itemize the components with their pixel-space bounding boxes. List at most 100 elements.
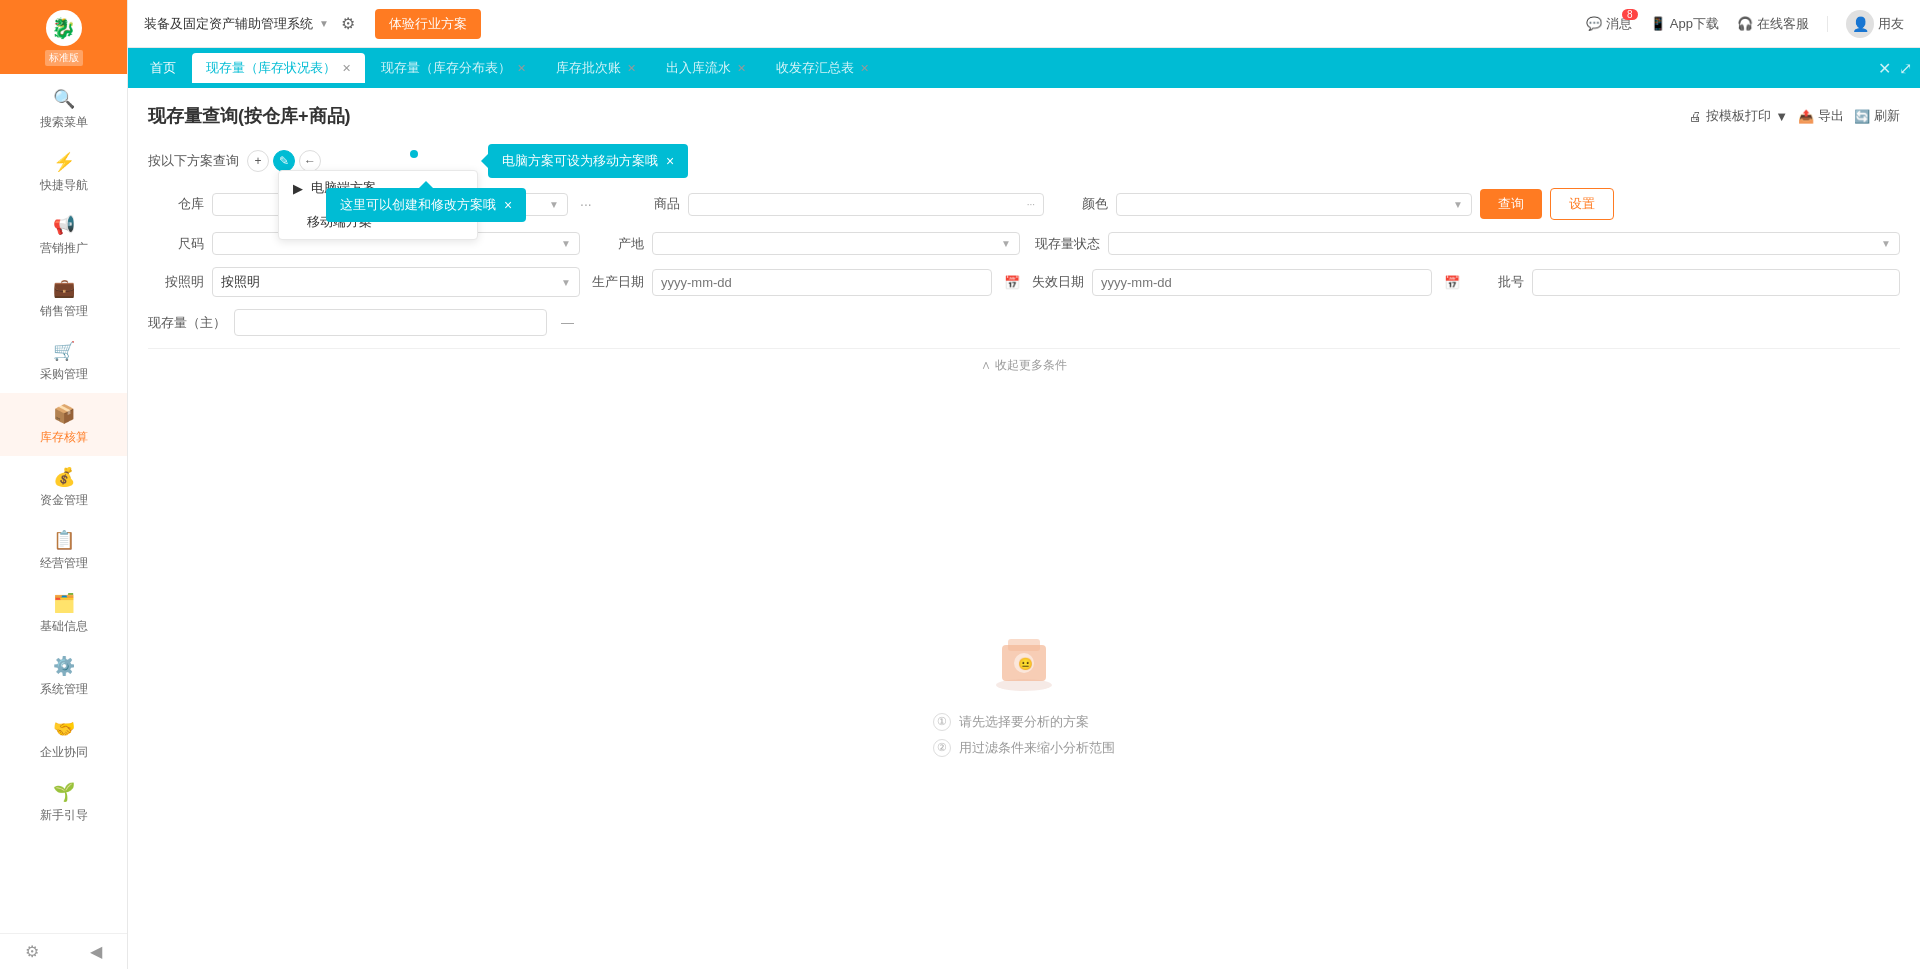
produce-date-input[interactable]	[652, 269, 992, 296]
color-select[interactable]: ▼	[1116, 193, 1472, 216]
tab-label: 现存量（库存状况表）	[206, 59, 336, 77]
gear-icon[interactable]: ⚙	[341, 14, 355, 33]
tab-close-all-icon[interactable]: ✕	[1878, 59, 1891, 78]
tab-close-icon[interactable]: ✕	[627, 62, 636, 75]
sidebar-item-inventory[interactable]: 📦 库存核算	[0, 393, 127, 456]
app-icon: 📱	[1650, 16, 1666, 31]
batch-label: 批号	[1468, 273, 1524, 291]
tab-label: 收发存汇总表	[776, 59, 854, 77]
nav-icon-management: 📋	[53, 529, 75, 551]
set-button[interactable]: 设置	[1550, 188, 1614, 220]
dot-connector	[410, 150, 418, 158]
nav-label-search: 搜索菜单	[40, 114, 88, 131]
search-button[interactable]: 查询	[1480, 189, 1542, 219]
stock-status-select[interactable]: ▼	[1108, 232, 1900, 255]
warehouse-detail-value: 按照明	[221, 273, 260, 291]
tooltip-create-scheme: 这里可以创建和修改方案哦 ×	[326, 188, 526, 222]
refresh-icon: 🔄	[1854, 109, 1870, 124]
origin-select[interactable]: ▼	[652, 232, 1020, 255]
nav-label-enterprise: 企业协同	[40, 744, 88, 761]
back-scheme-button[interactable]: ←	[299, 150, 321, 172]
message-action[interactable]: 💬 消息 8	[1586, 15, 1632, 33]
nav-label-marketing: 营销推广	[40, 240, 88, 257]
stock-main-min[interactable]	[234, 309, 547, 336]
top-header: 装备及固定资产辅助管理系统 ▼ ⚙ 体验行业方案 💬 消息 8 📱 App下载 …	[128, 0, 1920, 48]
support-action[interactable]: 🎧 在线客服	[1737, 15, 1809, 33]
sidebar-item-basic[interactable]: 🗂️ 基础信息	[0, 582, 127, 645]
refresh-button[interactable]: 🔄 刷新	[1854, 107, 1900, 125]
sidebar-item-marketing[interactable]: 📢 营销推广	[0, 204, 127, 267]
goods-select[interactable]: ···	[688, 193, 1044, 216]
print-button[interactable]: 🖨 按模板打印 ▼	[1689, 107, 1788, 125]
filter-header-buttons: + ✎ ←	[247, 150, 321, 172]
app-download-action[interactable]: 📱 App下载	[1650, 15, 1719, 33]
tab-close-icon[interactable]: ✕	[860, 62, 869, 75]
export-label: 导出	[1818, 107, 1844, 125]
add-scheme-button[interactable]: +	[247, 150, 269, 172]
settings-icon[interactable]: ⚙	[25, 942, 39, 961]
sidebar-item-finance[interactable]: 💰 资金管理	[0, 456, 127, 519]
nav-label-management: 经营管理	[40, 555, 88, 572]
nav-icon-search: 🔍	[53, 88, 75, 110]
tip-text-2: 用过滤条件来缩小分析范围	[959, 739, 1115, 757]
logo-tag: 标准版	[45, 50, 83, 66]
filter-goods: 商品 ···	[624, 193, 1044, 216]
sidebar-item-sales[interactable]: 💼 销售管理	[0, 267, 127, 330]
user-avatar[interactable]: 👤 用友	[1846, 10, 1904, 38]
sidebar-item-purchase[interactable]: 🛒 采购管理	[0, 330, 127, 393]
filter-more-1[interactable]: ···	[576, 196, 616, 212]
stock-main-label: 现存量（主）	[148, 314, 226, 332]
tab-close-icon[interactable]: ✕	[737, 62, 746, 75]
warehouse-detail-label: 按照明	[148, 273, 204, 291]
tab-recv-summary[interactable]: 收发存汇总表 ✕	[762, 53, 883, 83]
tooltip1-close[interactable]: ×	[666, 153, 674, 169]
svg-rect-2	[1008, 639, 1040, 651]
size-label: 尺码	[148, 235, 204, 253]
system-name: 装备及固定资产辅助管理系统 ▼	[144, 15, 329, 33]
sidebar-item-management[interactable]: 📋 经营管理	[0, 519, 127, 582]
sidebar-item-search[interactable]: 🔍 搜索菜单	[0, 78, 127, 141]
filter-actions: 查询 设置	[1480, 188, 1900, 220]
tip-num-2: ②	[933, 739, 951, 757]
empty-illustration: 😐	[984, 617, 1064, 697]
tab-inout-flow[interactable]: 出入库流水 ✕	[652, 53, 760, 83]
stock-status-label: 现存量状态	[1028, 235, 1100, 253]
svg-text:😐: 😐	[1018, 656, 1033, 671]
trial-button[interactable]: 体验行业方案	[375, 9, 481, 39]
user-name: 用友	[1878, 15, 1904, 33]
expire-date-input[interactable]	[1092, 269, 1432, 296]
warehouse-label: 仓库	[148, 195, 204, 213]
sidebar-item-enterprise[interactable]: 🤝 企业协同	[0, 708, 127, 771]
nav-label-quick: 快捷导航	[40, 177, 88, 194]
tab-batch-account[interactable]: 库存批次账 ✕	[542, 53, 650, 83]
export-button[interactable]: 📤 导出	[1798, 107, 1844, 125]
tab-bar: 首页 现存量（库存状况表） ✕ 现存量（库存分布表） ✕ 库存批次账 ✕ 出入库…	[128, 48, 1920, 88]
warehouse-detail-select[interactable]: 按照明 ▼	[212, 267, 580, 297]
tab-close-icon[interactable]: ✕	[342, 62, 351, 75]
batch-input[interactable]	[1532, 269, 1900, 296]
filter-warehouse-detail: 按照明 按照明 ▼	[148, 267, 580, 297]
system-dropdown-icon[interactable]: ▼	[319, 18, 329, 29]
origin-dropdown-icon: ▼	[1001, 238, 1011, 249]
sidebar-item-newbie[interactable]: 🌱 新手引导	[0, 771, 127, 834]
tab-label: 现存量（库存分布表）	[381, 59, 511, 77]
tab-close-icon[interactable]: ✕	[517, 62, 526, 75]
nav-label-newbie: 新手引导	[40, 807, 88, 824]
calendar-icon-expire[interactable]: 📅	[1444, 275, 1460, 290]
collapse-bar[interactable]: ∧ 收起更多条件	[148, 348, 1900, 382]
calendar-icon-produce[interactable]: 📅	[1004, 275, 1020, 290]
tab-home[interactable]: 首页	[136, 53, 190, 83]
support-label: 在线客服	[1757, 15, 1809, 33]
collapse-sidebar-icon[interactable]: ◀	[90, 942, 102, 961]
tooltip2-close[interactable]: ×	[504, 197, 512, 213]
support-icon: 🎧	[1737, 16, 1753, 31]
sidebar-item-system[interactable]: ⚙️ 系统管理	[0, 645, 127, 708]
nav-icon-sales: 💼	[53, 277, 75, 299]
tab-maximize-icon[interactable]: ⤢	[1899, 59, 1912, 78]
tab-inventory-dist[interactable]: 现存量（库存分布表） ✕	[367, 53, 540, 83]
tab-inventory-status[interactable]: 现存量（库存状况表） ✕	[192, 53, 365, 83]
print-icon: 🖨	[1689, 109, 1702, 124]
edit-scheme-button[interactable]: ✎	[273, 150, 295, 172]
sidebar: 🐉 标准版 🔍 搜索菜单 ⚡ 快捷导航 📢 营销推广 💼 销售管理 🛒 采购管理…	[0, 0, 128, 969]
sidebar-item-quick[interactable]: ⚡ 快捷导航	[0, 141, 127, 204]
